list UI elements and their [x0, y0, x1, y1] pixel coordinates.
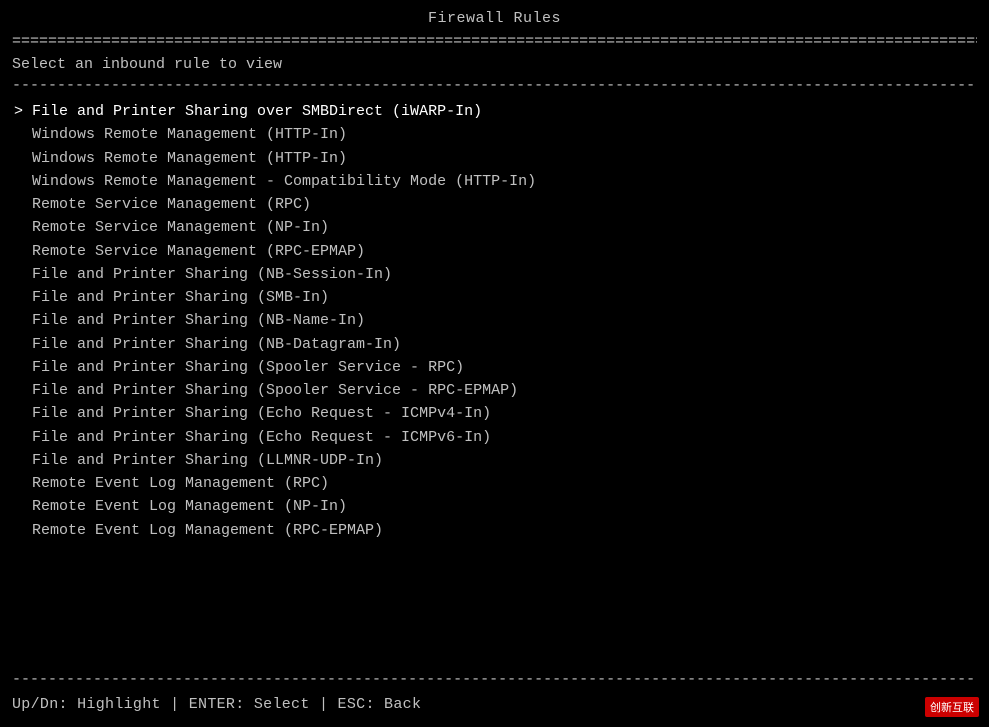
- list-item[interactable]: File and Printer Sharing (NB-Session-In): [12, 263, 977, 286]
- footer-bar: Up/Dn: Highlight | ENTER: Select | ESC: …: [12, 696, 977, 717]
- list-item[interactable]: File and Printer Sharing (SMB-In): [12, 286, 977, 309]
- list-item[interactable]: File and Printer Sharing (NB-Datagram-In…: [12, 333, 977, 356]
- item-label: File and Printer Sharing (Spooler Servic…: [32, 356, 464, 379]
- item-label: File and Printer Sharing (Echo Request -…: [32, 426, 491, 449]
- list-item[interactable]: File and Printer Sharing (Spooler Servic…: [12, 379, 977, 402]
- item-label: File and Printer Sharing over SMBDirect …: [32, 100, 482, 123]
- selection-arrow: >: [14, 100, 32, 123]
- list-item[interactable]: File and Printer Sharing (Echo Request -…: [12, 402, 977, 425]
- item-label: Windows Remote Management (HTTP-In): [32, 123, 347, 146]
- list-item[interactable]: > File and Printer Sharing over SMBDirec…: [12, 100, 977, 123]
- list-item[interactable]: Remote Service Management (RPC-EPMAP): [12, 240, 977, 263]
- list-item[interactable]: Remote Event Log Management (RPC-EPMAP): [12, 519, 977, 542]
- item-label: File and Printer Sharing (NB-Name-In): [32, 309, 365, 332]
- item-label: Remote Event Log Management (RPC): [32, 472, 329, 495]
- list-item[interactable]: Remote Service Management (NP-In): [12, 216, 977, 239]
- item-label: Windows Remote Management - Compatibilit…: [32, 170, 536, 193]
- item-label: Remote Event Log Management (RPC-EPMAP): [32, 519, 383, 542]
- window-title: Firewall Rules: [12, 10, 977, 27]
- footer-help-text: Up/Dn: Highlight | ENTER: Select | ESC: …: [12, 696, 421, 713]
- menu-list: > File and Printer Sharing over SMBDirec…: [12, 100, 977, 665]
- list-item[interactable]: File and Printer Sharing (Echo Request -…: [12, 426, 977, 449]
- terminal-screen: Firewall Rules =========================…: [0, 0, 989, 727]
- item-label: File and Printer Sharing (LLMNR-UDP-In): [32, 449, 383, 472]
- list-item[interactable]: File and Printer Sharing (LLMNR-UDP-In): [12, 449, 977, 472]
- item-label: File and Printer Sharing (NB-Session-In): [32, 263, 392, 286]
- item-label: Remote Service Management (RPC): [32, 193, 311, 216]
- subtitle-text: Select an inbound rule to view: [12, 56, 977, 73]
- list-item[interactable]: Windows Remote Management - Compatibilit…: [12, 170, 977, 193]
- item-label: Windows Remote Management (HTTP-In): [32, 147, 347, 170]
- list-item[interactable]: File and Printer Sharing (NB-Name-In): [12, 309, 977, 332]
- item-label: File and Printer Sharing (SMB-In): [32, 286, 329, 309]
- list-item[interactable]: Remote Service Management (RPC): [12, 193, 977, 216]
- watermark: 创新互联: [925, 697, 979, 717]
- bottom-separator: ----------------------------------------…: [12, 669, 977, 690]
- item-label: Remote Service Management (RPC-EPMAP): [32, 240, 365, 263]
- list-item[interactable]: Windows Remote Management (HTTP-In): [12, 147, 977, 170]
- list-item[interactable]: Windows Remote Management (HTTP-In): [12, 123, 977, 146]
- list-item[interactable]: File and Printer Sharing (Spooler Servic…: [12, 356, 977, 379]
- list-item[interactable]: Remote Event Log Management (RPC): [12, 472, 977, 495]
- item-label: File and Printer Sharing (Spooler Servic…: [32, 379, 518, 402]
- sub-separator: ----------------------------------------…: [12, 75, 977, 96]
- item-label: Remote Service Management (NP-In): [32, 216, 329, 239]
- item-label: File and Printer Sharing (Echo Request -…: [32, 402, 491, 425]
- item-label: Remote Event Log Management (NP-In): [32, 495, 347, 518]
- item-label: File and Printer Sharing (NB-Datagram-In…: [32, 333, 401, 356]
- list-item[interactable]: Remote Event Log Management (NP-In): [12, 495, 977, 518]
- top-separator: ========================================…: [12, 31, 977, 52]
